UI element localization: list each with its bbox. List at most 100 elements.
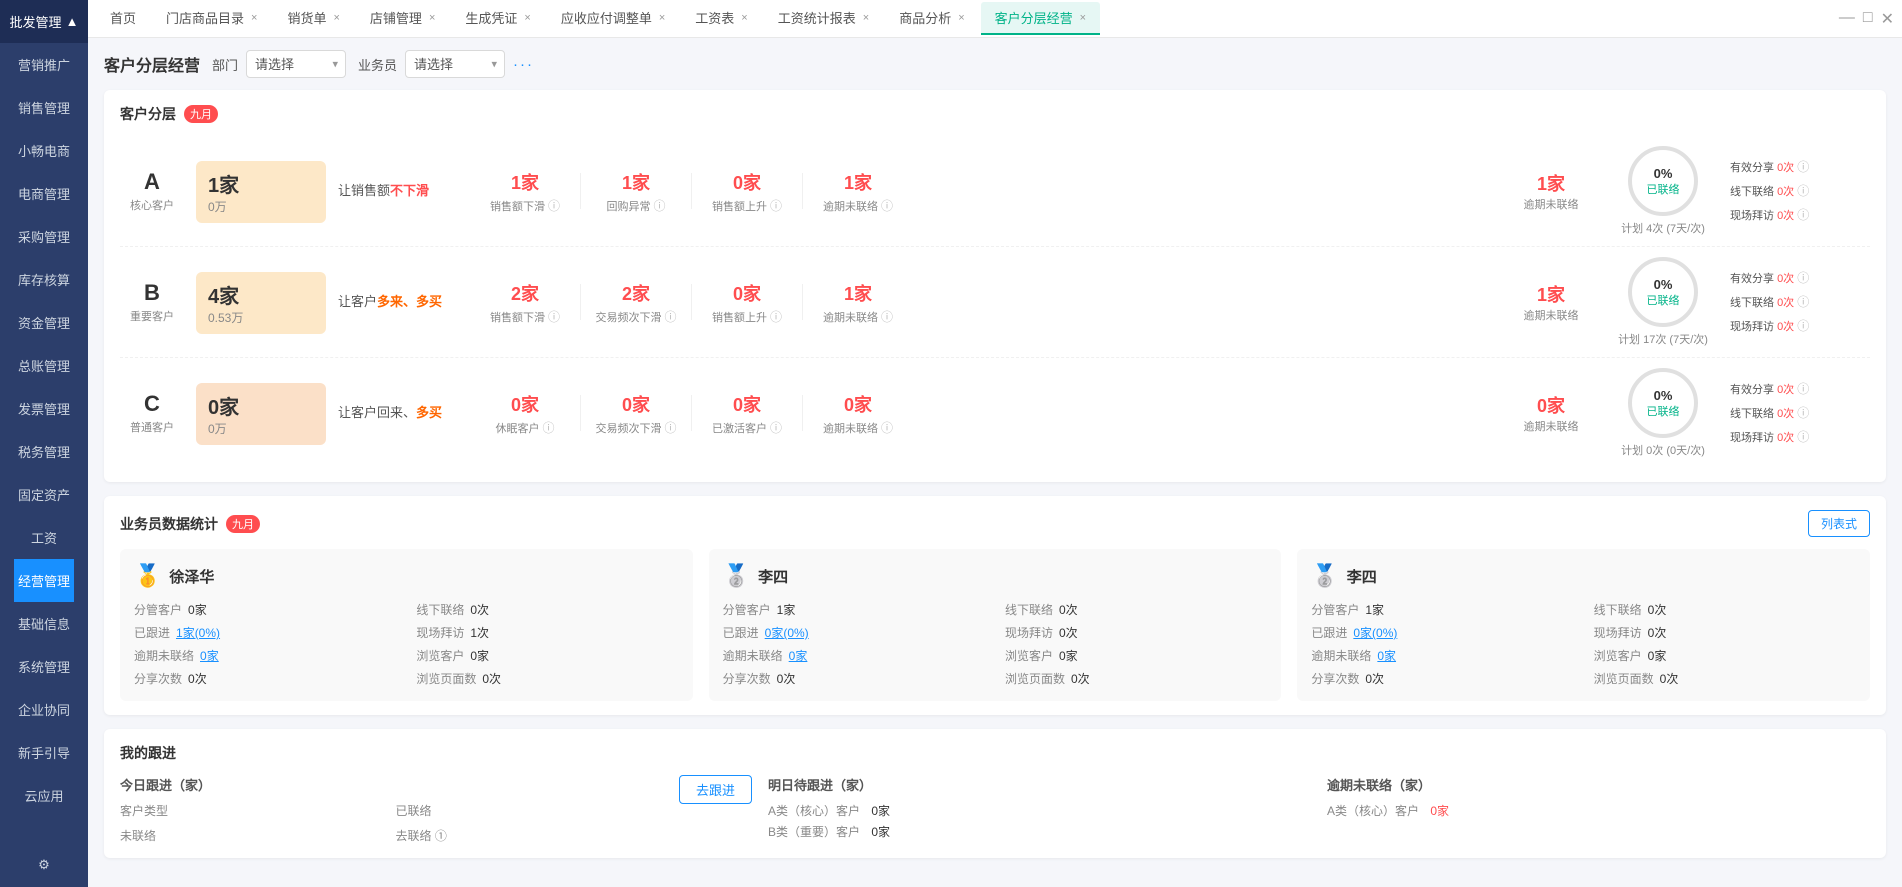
sidebar-item-小畅电商[interactable]: 小畅电商 [14,129,74,172]
tab-bar-actions: — □ ✕ [1839,9,1894,29]
tab-店铺管理[interactable]: 店铺管理× [356,2,449,35]
dept-filter: 部门 请选择 [212,50,346,78]
sidebar-item-工资[interactable]: 工资 [14,516,74,559]
rep-stat-right-1: 现场拜访 0次 [1594,624,1856,641]
sales-stats-section: 业务员数据统计 九月 列表式 🥇 徐泽华 分管客户 0家 线下联络 0次 已跟进… [104,496,1886,715]
sidebar-item-总账管理[interactable]: 总账管理 [14,344,74,387]
tab-close-all-icon[interactable]: ✕ [1881,9,1894,29]
sidebar-item-固定资产[interactable]: 固定资产 [14,473,74,516]
sidebar-item-营销推广[interactable]: 营销推广 [14,43,74,86]
sidebar-item-库存核算[interactable]: 库存核算 [14,258,74,301]
tier-label-A: A 核心客户 [120,169,184,213]
tier-stats-B: 2家 销售额下滑 ⓘ 2家 交易频次下滑 ⓘ 0家 销售额上升 ⓘ 1家 [480,280,1494,325]
tab-门店商品目录[interactable]: 门店商品目录× [152,2,271,35]
rep-card-2: 🥈 李四 分管客户 1家 线下联络 0次 已跟进 0家(0%) 现场拜访 0次 … [1297,549,1870,701]
tab-close-应收应付调整单[interactable]: × [659,12,665,24]
main-area: 首页门店商品目录×销货单×店铺管理×生成凭证×应收应付调整单×工资表×工资统计报… [88,0,1902,887]
sidebar-item-云应用[interactable]: 云应用 [14,774,74,817]
tab-客户分层经营[interactable]: 客户分层经营× [981,2,1100,35]
rep-stat-right-1: 现场拜访 0次 [1005,624,1267,641]
tab-生成凭证[interactable]: 生成凭证× [451,2,544,35]
stat-item-C-3: 0家 逾期未联络 ⓘ [813,391,903,436]
sidebar-item-发票管理[interactable]: 发票管理 [14,387,74,430]
page-header: 客户分层经营 部门 请选择 业务员 请选择 ··· [104,50,1886,78]
tier-suggest-B: 让客户多来、多买 [338,292,468,313]
sidebar-item-电商管理[interactable]: 电商管理 [14,172,74,215]
tier-amount-A: 1家 0万 [196,161,326,221]
tier-month-badge: 九月 [184,105,218,123]
sidebar-item-采购管理[interactable]: 采购管理 [14,215,74,258]
tab-商品分析[interactable]: 商品分析× [885,2,978,35]
follow-grid: 今日跟进（家） 客户类型 已联络 未联络 去联络 ① 去跟进 明日待跟进（家） … [120,775,1870,844]
sidebar-item-新手引导[interactable]: 新手引导 [14,731,74,774]
more-options-icon[interactable]: ··· [513,56,534,73]
settings-button[interactable]: ⚙ [0,843,88,887]
rep-stat-right-3: 浏览页面数 0次 [1005,670,1267,687]
tomorrow-a-row: A类（核心）客户 0家 [768,802,1311,819]
overdue-follow-title: 逾期未联络（家） [1327,775,1870,794]
stat-item-C-1: 0家 交易频次下滑 ⓘ [591,391,681,436]
tab-首页[interactable]: 首页 [96,2,150,35]
stat-item-B-1: 2家 交易频次下滑 ⓘ [591,280,681,325]
tier-row-A: A 核心客户 1家 0万 让销售额不下滑 1家 销售额下滑 ⓘ 1家 回购异常 … [120,136,1870,247]
tab-close-工资统计报表[interactable]: × [863,12,869,24]
sidebar-item-资金管理[interactable]: 资金管理 [14,301,74,344]
stat-item-C-0: 0家 休眠客户 ⓘ [480,391,570,436]
list-view-button[interactable]: 列表式 [1808,510,1870,537]
tier-circle-B: 0% 已联络 计划 17次 (7天/次) [1608,257,1718,347]
stat-item-C-2: 0家 已激活客户 ⓘ [702,391,792,436]
tab-close-工资表[interactable]: × [741,12,747,24]
rep-stats: 分管客户 1家 线下联络 0次 已跟进 0家(0%) 现场拜访 0次 逾期未联络… [723,601,1268,687]
tab-minimize-icon[interactable]: — [1839,9,1855,29]
rep-select[interactable]: 请选择 [405,50,505,78]
rep-stat-right-0: 线下联络 0次 [1594,601,1856,618]
sidebar-item-税务管理[interactable]: 税务管理 [14,430,74,473]
tab-应收应付调整单[interactable]: 应收应付调整单× [547,2,679,35]
dept-label: 部门 [212,55,238,74]
tomorrow-b-count: 0家 [871,825,890,839]
rep-grid: 🥇 徐泽华 分管客户 0家 线下联络 0次 已跟进 1家(0%) 现场拜访 1次… [120,549,1870,701]
tab-close-店铺管理[interactable]: × [429,12,435,24]
rep-stat-left-2: 逾期未联络 0家 [723,647,985,664]
dept-select[interactable]: 请选择 [246,50,346,78]
rep-header-1: 🥈 李四 [723,563,1268,589]
rep-stat-left-1: 已跟进 1家(0%) [134,624,396,641]
rep-medal-1: 🥈 [723,563,750,589]
rep-stats: 分管客户 0家 线下联络 0次 已跟进 1家(0%) 现场拜访 1次 逾期未联络… [134,601,679,687]
tier-row-B: B 重要客户 4家 0.53万 让客户多来、多买 2家 销售额下滑 ⓘ 2家 交… [120,247,1870,358]
rep-stat-left-3: 分享次数 0次 [723,670,985,687]
rep-stat-left-3: 分享次数 0次 [1311,670,1573,687]
tier-right-stats-C: 有效分享 0次 ⓘ 线下联络 0次 ⓘ 现场拜访 0次 ⓘ [1730,377,1870,449]
rep-stat-right-0: 线下联络 0次 [416,601,678,618]
sidebar-title: 批发管理 [10,12,62,31]
tab-close-销货单[interactable]: × [333,12,339,24]
sidebar-item-系统管理[interactable]: 系统管理 [14,645,74,688]
goto-follow-button[interactable]: 去跟进 [679,775,752,804]
follow-section-title: 我的跟进 [120,743,176,763]
sidebar-item-销售管理[interactable]: 销售管理 [14,86,74,129]
sidebar-item-经营管理[interactable]: 经营管理 [14,559,74,602]
tier-follow-C: 0家 逾期未联络 [1506,392,1596,434]
customer-tier-section: 客户分层 九月 A 核心客户 1家 0万 让销售额不下滑 1家 销售额下滑 ⓘ [104,90,1886,482]
rep-filter: 业务员 请选择 ··· [358,50,534,78]
tab-工资统计报表[interactable]: 工资统计报表× [764,2,883,35]
tabs-container: 首页门店商品目录×销货单×店铺管理×生成凭证×应收应付调整单×工资表×工资统计报… [96,2,1837,35]
tab-close-生成凭证[interactable]: × [524,12,530,24]
sales-month-badge: 九月 [226,515,260,533]
tab-restore-icon[interactable]: □ [1863,9,1873,29]
rep-name-0: 徐泽华 [169,566,214,587]
sales-section-title: 业务员数据统计 [120,514,218,534]
rep-stat-right-2: 浏览客户 0家 [416,647,678,664]
rep-name-2: 李四 [1347,566,1377,587]
sidebar-header[interactable]: 批发管理 ▲ [0,0,88,43]
sidebar-item-基础信息[interactable]: 基础信息 [14,602,74,645]
stat-item-B-2: 0家 销售额上升 ⓘ [702,280,792,325]
tab-close-客户分层经营[interactable]: × [1080,12,1086,24]
tab-销货单[interactable]: 销货单× [273,2,353,35]
tab-close-门店商品目录[interactable]: × [251,12,257,24]
rep-stat-right-2: 浏览客户 0家 [1594,647,1856,664]
tier-label-C: C 普通客户 [120,391,184,435]
sidebar-item-企业协同[interactable]: 企业协同 [14,688,74,731]
tab-工资表[interactable]: 工资表× [681,2,761,35]
tab-close-商品分析[interactable]: × [958,12,964,24]
